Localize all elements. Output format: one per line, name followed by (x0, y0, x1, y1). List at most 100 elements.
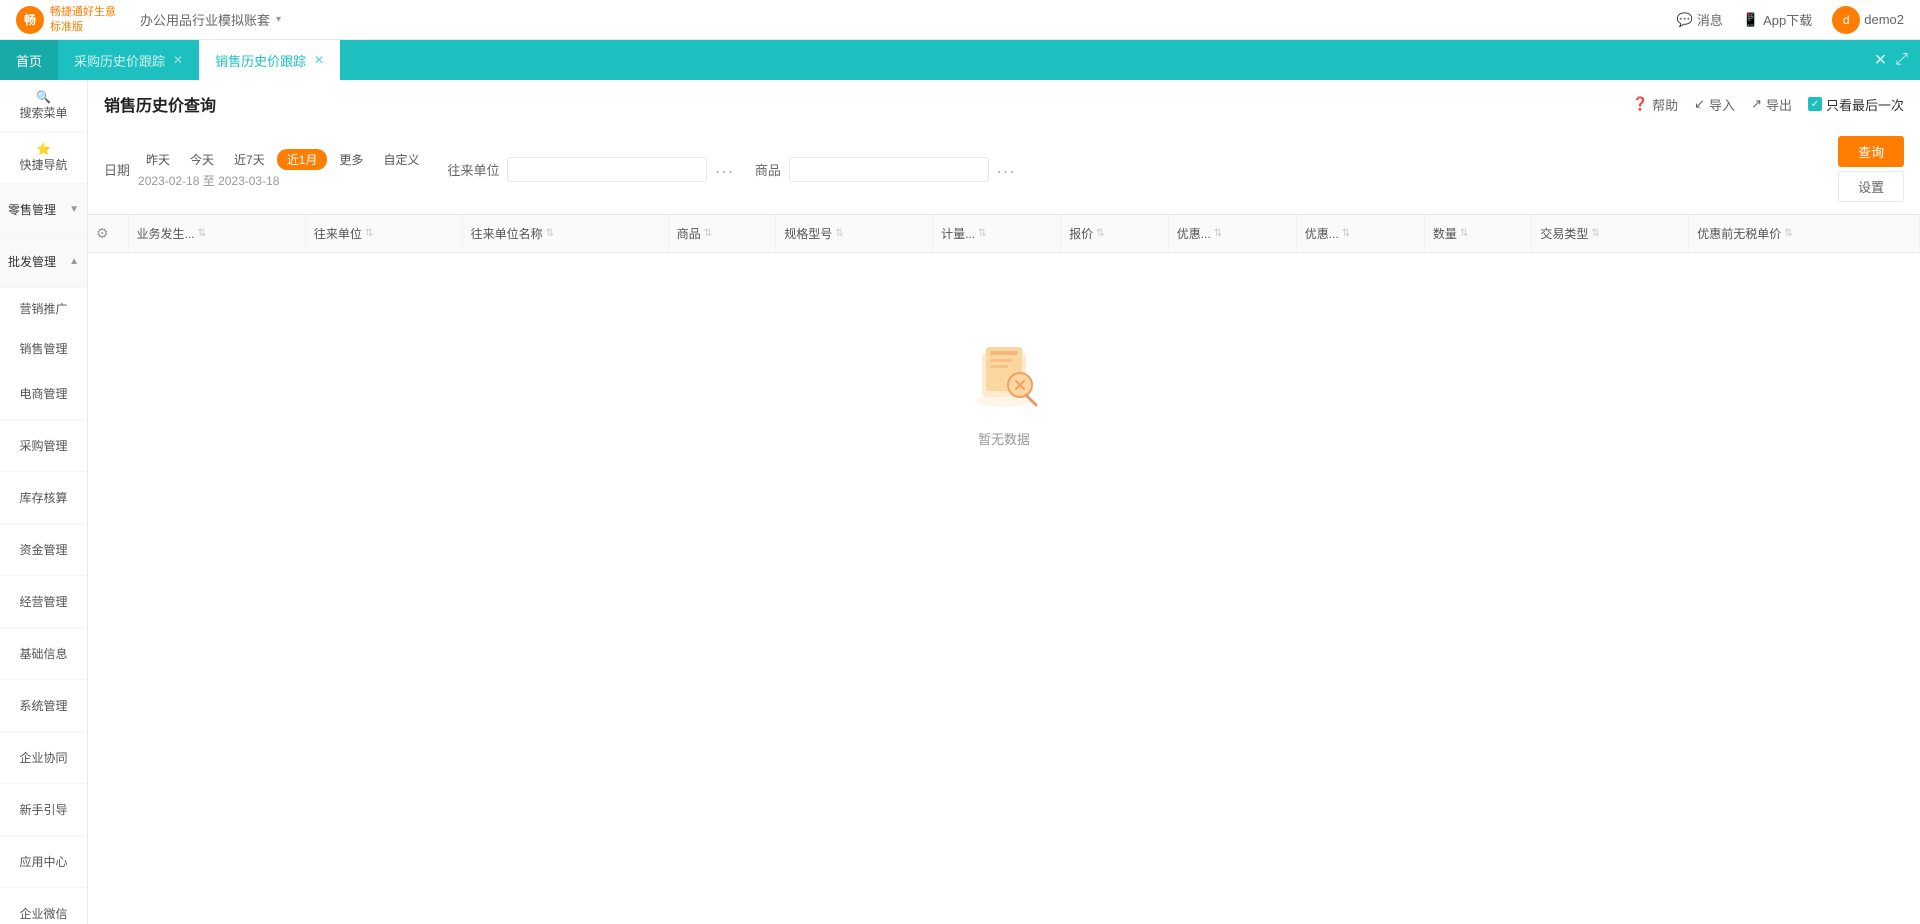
close-window-icon[interactable]: ✕ (1874, 50, 1887, 70)
tab-sales-close[interactable]: ✕ (314, 53, 324, 67)
empty-text: 暂无数据 (978, 429, 1030, 448)
th-counterpart-name[interactable]: 往来单位名称 ⇅ (462, 215, 668, 253)
th-no-tax-price[interactable]: 优惠前无税单价 ⇅ (1689, 215, 1920, 253)
page-title-row: 销售历史价查询 ❓ 帮助 ↙ 导入 ↗ 导出 ✓ (104, 92, 1904, 116)
header-title: 办公用品行业模拟账套 (140, 10, 270, 29)
retail-arrow-icon: ▼ (69, 204, 79, 215)
main-layout: 🔍 搜索菜单 ⭐ 快捷导航 零售管理 ▼ 批发管理 ▲ 营销推广 销售管理 电商… (0, 80, 1920, 924)
counterpart-filter-group: 往来单位 ... (447, 157, 734, 182)
tab-home[interactable]: 首页 (0, 40, 58, 80)
sort-goods-icon: ⇅ (704, 228, 712, 239)
sidebar-item-sales-mgmt[interactable]: 销售管理 (0, 328, 87, 368)
tab-purchase-close[interactable]: ✕ (173, 53, 183, 67)
sidebar-item-purchase[interactable]: 采购管理 (0, 420, 87, 472)
sort-counterpart-name-icon: ⇅ (546, 228, 554, 239)
sidebar-item-marketing[interactable]: 营销推广 (0, 288, 87, 328)
sidebar-item-ecommerce[interactable]: 电商管理 (0, 368, 87, 420)
header-left: 畅 畅捷通好生意 标准版 办公用品行业模拟账套 ▾ (16, 5, 281, 34)
sort-quoted-price-icon: ⇅ (1096, 228, 1104, 239)
table-header: ⚙ 业务发生... ⇅ 往来单位 ⇅ (88, 215, 1920, 253)
checkbox-checked-icon: ✓ (1808, 97, 1822, 111)
th-discount2[interactable]: 优惠... ⇅ (1296, 215, 1424, 253)
message-action[interactable]: 💬 消息 (1677, 10, 1723, 29)
import-btn[interactable]: ↙ 导入 (1694, 95, 1735, 114)
sidebar-item-system[interactable]: 系统管理 (0, 680, 87, 732)
logo-icon: 畅 (16, 6, 44, 34)
sidebar-item-basic-info[interactable]: 基础信息 (0, 628, 87, 680)
sidebar-item-retail-mgmt[interactable]: 零售管理 ▼ (0, 184, 87, 236)
tab-sales-label: 销售历史价跟踪 (215, 51, 306, 70)
th-trade-type[interactable]: 交易类型 ⇅ (1532, 215, 1689, 253)
empty-state: 暂无数据 (88, 253, 1920, 528)
data-table: ⚙ 业务发生... ⇅ 往来单位 ⇅ (88, 215, 1920, 253)
sort-spec-icon: ⇅ (835, 228, 843, 239)
date-options: 昨天 今天 近7天 近1月 更多 自定义 2023-02-18 至 2023-0… (138, 149, 427, 189)
goods-input[interactable] (789, 157, 989, 182)
sort-biz-date-icon: ⇅ (198, 228, 206, 239)
sidebar-item-search[interactable]: 🔍 搜索菜单 (0, 80, 87, 132)
app-download-action[interactable]: 📱 App下载 (1743, 10, 1812, 29)
tab-purchase-label: 采购历史价跟踪 (74, 51, 165, 70)
goods-dots-icon[interactable]: ... (997, 160, 1016, 178)
import-icon: ↙ (1694, 96, 1705, 112)
th-biz-date[interactable]: 业务发生... ⇅ (128, 215, 305, 253)
sidebar-item-finance[interactable]: 资金管理 (0, 524, 87, 576)
message-icon: 💬 (1677, 12, 1693, 28)
sidebar-item-quick-nav[interactable]: ⭐ 快捷导航 (0, 132, 87, 184)
date-btn-custom[interactable]: 自定义 (375, 149, 427, 170)
query-button[interactable]: 查询 (1838, 136, 1904, 167)
date-buttons: 昨天 今天 近7天 近1月 更多 自定义 (138, 149, 427, 170)
sidebar-item-operation[interactable]: 经营管理 (0, 576, 87, 628)
sidebar-item-enterprise-collab[interactable]: 企业协同 (0, 732, 87, 784)
sort-trade-type-icon: ⇅ (1591, 228, 1599, 239)
gear-icon[interactable]: ⚙ (96, 225, 109, 241)
sidebar-item-enterprise-wechat[interactable]: 企业微信 (0, 888, 87, 924)
sidebar-item-inventory[interactable]: 库存核算 (0, 472, 87, 524)
th-goods[interactable]: 商品 ⇅ (668, 215, 776, 253)
sidebar: 🔍 搜索菜单 ⭐ 快捷导航 零售管理 ▼ 批发管理 ▲ 营销推广 销售管理 电商… (0, 80, 88, 924)
th-counterpart-code[interactable]: 往来单位 ⇅ (305, 215, 462, 253)
filter-row: 日期 昨天 今天 近7天 近1月 更多 自定义 2023-02-18 至 202… (104, 128, 1904, 214)
th-quoted-price[interactable]: 报价 ⇅ (1061, 215, 1169, 253)
content-area: 销售历史价查询 ❓ 帮助 ↙ 导入 ↗ 导出 ✓ (88, 80, 1920, 924)
table-header-row: ⚙ 业务发生... ⇅ 往来单位 ⇅ (88, 215, 1920, 253)
query-btn-group: 查询 设置 (1838, 136, 1904, 202)
sidebar-item-newcomer[interactable]: 新手引导 (0, 784, 87, 836)
config-column-header[interactable]: ⚙ (88, 215, 128, 253)
help-btn[interactable]: ❓ 帮助 (1632, 95, 1678, 114)
header-title-area: 办公用品行业模拟账套 ▾ (140, 10, 281, 29)
counterpart-dots-icon[interactable]: ... (715, 160, 734, 178)
counterpart-label: 往来单位 (447, 160, 499, 179)
settings-button[interactable]: 设置 (1838, 171, 1904, 202)
user-action[interactable]: d demo2 (1832, 6, 1904, 34)
help-icon: ❓ (1632, 96, 1648, 112)
date-btn-today[interactable]: 今天 (182, 149, 222, 170)
date-btn-1month[interactable]: 近1月 (277, 149, 328, 170)
maximize-window-icon[interactable]: ⤢ (1895, 51, 1908, 69)
sidebar-item-app-center[interactable]: 应用中心 (0, 836, 87, 888)
sidebar-item-wholesale-mgmt[interactable]: 批发管理 ▲ (0, 236, 87, 288)
tab-purchase-history[interactable]: 采购历史价跟踪 ✕ (58, 40, 199, 80)
date-btn-7days[interactable]: 近7天 (226, 149, 273, 170)
export-btn[interactable]: ↗ 导出 (1751, 95, 1792, 114)
logo-area: 畅 畅捷通好生意 标准版 (16, 5, 116, 34)
date-btn-more[interactable]: 更多 (331, 149, 371, 170)
sort-quantity-icon: ⇅ (1460, 228, 1468, 239)
sort-unit-icon: ⇅ (978, 228, 986, 239)
date-btn-yesterday[interactable]: 昨天 (138, 149, 178, 170)
only-last-checkbox-label[interactable]: ✓ 只看最后一次 (1808, 95, 1904, 114)
header-right: 💬 消息 📱 App下载 d demo2 (1677, 6, 1904, 34)
date-filter-group: 日期 昨天 今天 近7天 近1月 更多 自定义 2023-02-18 至 202… (104, 149, 427, 189)
th-discount1[interactable]: 优惠... ⇅ (1168, 215, 1296, 253)
tab-bar-right: ✕ ⤢ (1874, 50, 1920, 70)
date-range-display: 2023-02-18 至 2023-03-18 (138, 172, 427, 189)
counterpart-input[interactable] (507, 157, 707, 182)
page-header: 销售历史价查询 ❓ 帮助 ↙ 导入 ↗ 导出 ✓ (88, 80, 1920, 215)
avatar: d (1832, 6, 1860, 34)
th-unit[interactable]: 计量... ⇅ (933, 215, 1061, 253)
tab-sales-history[interactable]: 销售历史价跟踪 ✕ (199, 40, 340, 80)
th-spec[interactable]: 规格型号 ⇅ (776, 215, 933, 253)
dropdown-icon[interactable]: ▾ (276, 14, 281, 25)
tab-home-label: 首页 (16, 51, 42, 70)
th-quantity[interactable]: 数量 ⇅ (1424, 215, 1532, 253)
